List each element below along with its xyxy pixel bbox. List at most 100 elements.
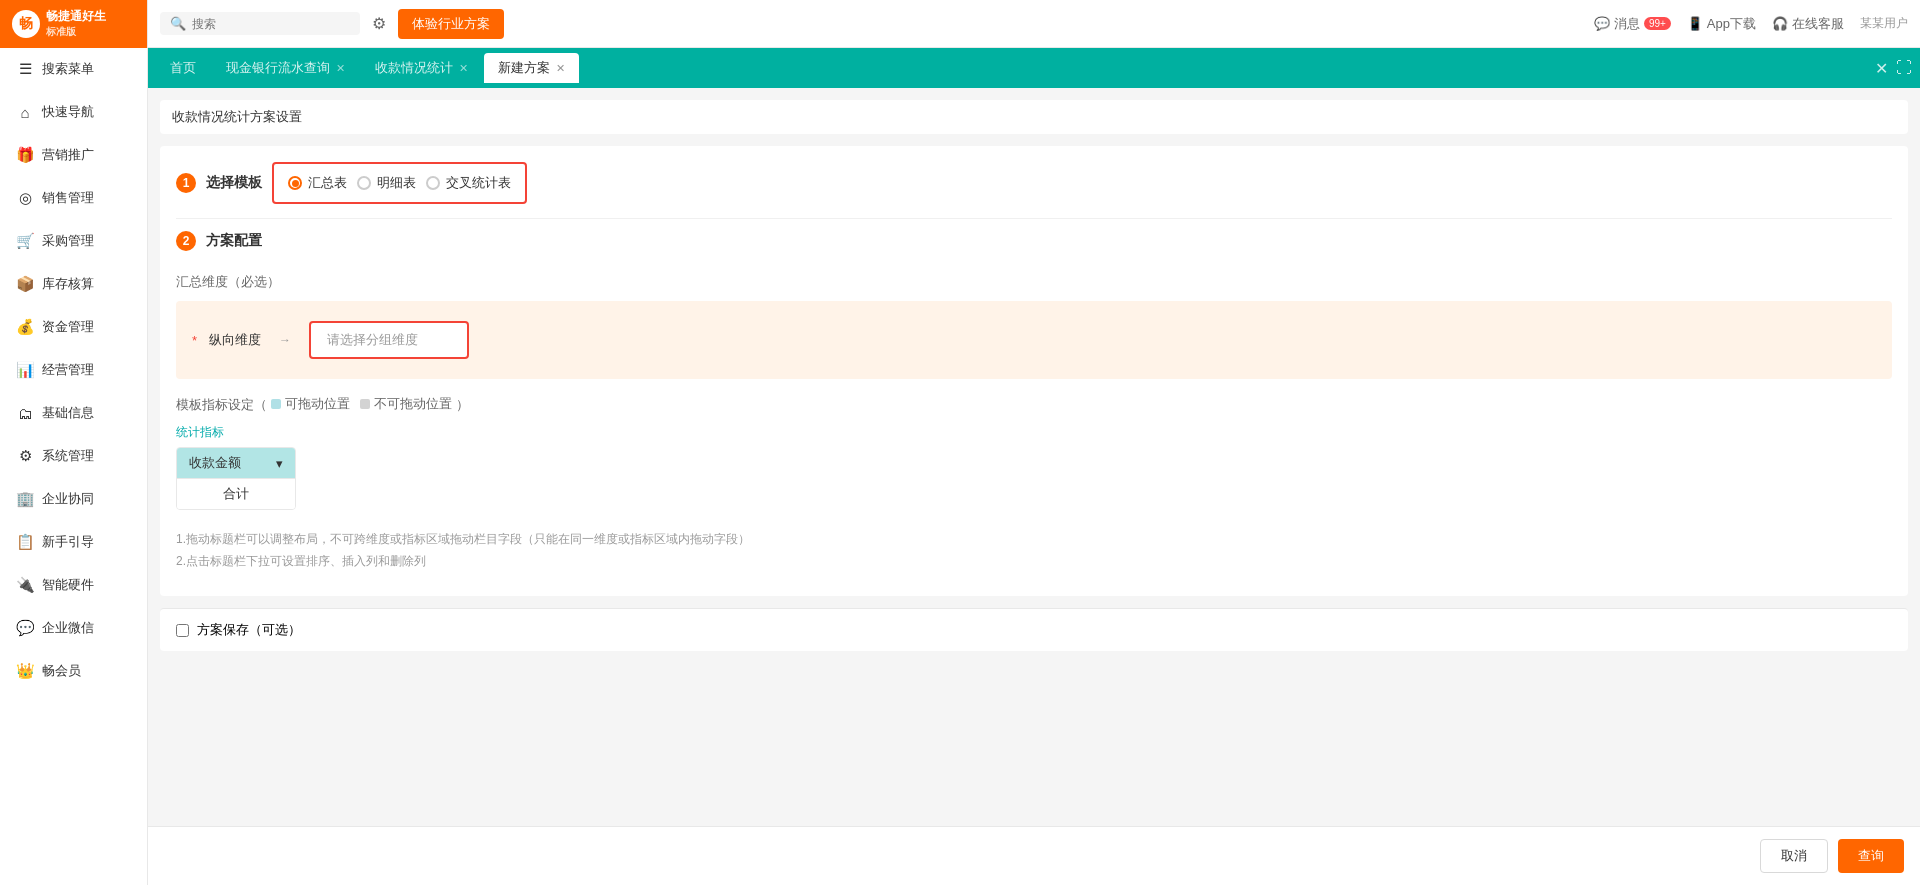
system-icon: ⚙	[16, 447, 34, 465]
tab-collection-stats-close-icon[interactable]: ✕	[459, 62, 468, 75]
topbar-right: 💬 消息 99+ 📱 App下载 🎧 在线客服 某某用户	[1594, 15, 1908, 33]
sidebar-item-sales[interactable]: ◎ 销售管理	[0, 177, 147, 220]
sidebar-item-system[interactable]: ⚙ 系统管理	[0, 435, 147, 478]
divider1	[176, 218, 1892, 219]
tab-home[interactable]: 首页	[156, 53, 210, 83]
topbar: 🔍 ⚙ 体验行业方案 💬 消息 99+ 📱 App下载 🎧 在线客服 某某用户	[148, 0, 1920, 48]
page-title: 收款情况统计方案设置	[160, 100, 1908, 134]
template-selection-box: 汇总表 明细表 交叉统计表	[272, 162, 527, 204]
required-star: *	[192, 333, 197, 348]
metrics-header-label: 收款金额	[189, 454, 241, 472]
purchase-icon: 🛒	[16, 232, 34, 250]
step2-number: 2	[176, 231, 196, 251]
save-area: 方案保存（可选）	[160, 608, 1908, 651]
sidebar-item-label: 经营管理	[42, 361, 94, 379]
sidebar-item-inventory[interactable]: 📦 库存核算	[0, 263, 147, 306]
message-label: 消息	[1614, 15, 1640, 33]
radio-cross[interactable]: 交叉统计表	[426, 174, 511, 192]
tab-expand-icon[interactable]: ⛶	[1896, 59, 1912, 78]
sidebar-item-label: 企业微信	[42, 619, 94, 637]
radio-detail-label: 明细表	[377, 174, 416, 192]
sidebar-item-member[interactable]: 👑 畅会员	[0, 650, 147, 693]
sidebar-item-label: 基础信息	[42, 404, 94, 422]
cancel-button[interactable]: 取消	[1760, 839, 1828, 873]
sidebar-item-basic-info[interactable]: 🗂 基础信息	[0, 392, 147, 435]
tab-bank-flow[interactable]: 现金银行流水查询 ✕	[212, 53, 359, 83]
search-menu-icon: ☰	[16, 60, 34, 78]
member-icon: 👑	[16, 662, 34, 680]
finance-icon: 💰	[16, 318, 34, 336]
step2-header: 2 方案配置	[176, 231, 1892, 251]
sidebar-item-label: 销售管理	[42, 189, 94, 207]
tab-new-plan-label: 新建方案	[498, 59, 550, 77]
tab-bank-flow-close-icon[interactable]: ✕	[336, 62, 345, 75]
logo-icon: 畅	[12, 10, 40, 38]
sidebar-item-smart-hw[interactable]: 🔌 智能硬件	[0, 564, 147, 607]
metrics-section: 模板指标设定（ 可拖动位置 不可拖动位置 ） 统计指标	[176, 395, 1892, 513]
sidebar-item-search-menu[interactable]: ☰ 搜索菜单	[0, 48, 147, 91]
guide-icon: 📋	[16, 533, 34, 551]
operations-icon: 📊	[16, 361, 34, 379]
config-card: 1 选择模板 汇总表 明细表	[160, 146, 1908, 596]
metrics-group-title: 统计指标	[176, 424, 1892, 441]
metrics-dropdown-icon[interactable]: ▾	[276, 456, 283, 471]
radio-cross-circle	[426, 176, 440, 190]
step2-title: 方案配置	[206, 232, 262, 250]
app-download-button[interactable]: 📱 App下载	[1687, 15, 1756, 33]
service-label: 在线客服	[1792, 15, 1844, 33]
legend-fixed-swatch	[360, 399, 370, 409]
radio-detail[interactable]: 明细表	[357, 174, 416, 192]
inventory-icon: 📦	[16, 275, 34, 293]
search-box[interactable]: 🔍	[160, 12, 360, 35]
industry-solution-button[interactable]: 体验行业方案	[398, 9, 504, 39]
radio-summary[interactable]: 汇总表	[288, 174, 347, 192]
basic-info-icon: 🗂	[16, 405, 34, 422]
footer: 取消 查询	[148, 826, 1920, 885]
sidebar-item-quick-nav[interactable]: ⌂ 快速导航	[0, 91, 147, 134]
sidebar-item-weixin[interactable]: 💬 企业微信	[0, 607, 147, 650]
smart-hw-icon: 🔌	[16, 576, 34, 594]
legend-movable-label: 可拖动位置	[285, 395, 350, 413]
tabbar: 首页 现金银行流水查询 ✕ 收款情况统计 ✕ 新建方案 ✕ ✕ ⛶	[148, 48, 1920, 88]
marketing-icon: 🎁	[16, 146, 34, 164]
legend-fixed-label: 不可拖动位置	[374, 395, 452, 413]
tab-new-plan[interactable]: 新建方案 ✕	[484, 53, 579, 83]
tips-section: 1.拖动标题栏可以调整布局，不可跨维度或指标区域拖动栏目字段（只能在同一维度或指…	[176, 529, 1892, 572]
logo-text: 畅捷通好生	[46, 9, 106, 25]
tip-2: 2.点击标题栏下拉可设置排序、插入列和删除列	[176, 551, 1892, 573]
tab-collection-stats[interactable]: 收款情况统计 ✕	[361, 53, 482, 83]
gear-icon[interactable]: ⚙	[372, 14, 386, 33]
sidebar-item-purchase[interactable]: 🛒 采购管理	[0, 220, 147, 263]
legend-movable-swatch	[271, 399, 281, 409]
sidebar-item-enterprise[interactable]: 🏢 企业协同	[0, 478, 147, 521]
sidebar-item-finance[interactable]: 💰 资金管理	[0, 306, 147, 349]
sidebar-item-marketing[interactable]: 🎁 营销推广	[0, 134, 147, 177]
app-label: App下载	[1707, 15, 1756, 33]
service-icon: 🎧	[1772, 16, 1788, 31]
dimension-section-title: 汇总维度（必选）	[176, 273, 1892, 291]
sidebar-item-label: 企业协同	[42, 490, 94, 508]
main-area: 🔍 ⚙ 体验行业方案 💬 消息 99+ 📱 App下载 🎧 在线客服 某某用户 …	[148, 0, 1920, 885]
search-input[interactable]	[192, 17, 342, 31]
metrics-table-row: 合计	[177, 478, 295, 509]
message-button[interactable]: 💬 消息 99+	[1594, 15, 1671, 33]
tab-home-label: 首页	[170, 59, 196, 77]
tab-close-all-icon[interactable]: ✕	[1875, 59, 1888, 78]
save-label: 方案保存（可选）	[197, 621, 301, 639]
config-area: 汇总维度（必选） * 纵向维度 → 请选择分组维度 模板指标设定（ 可拖动位置	[176, 265, 1892, 580]
sidebar-item-label: 采购管理	[42, 232, 94, 250]
metrics-table-header: 收款金额 ▾	[177, 448, 295, 478]
tab-new-plan-close-icon[interactable]: ✕	[556, 62, 565, 75]
sidebar-item-operations[interactable]: 📊 经营管理	[0, 349, 147, 392]
step1-number: 1	[176, 173, 196, 193]
sidebar-item-label: 畅会员	[42, 662, 81, 680]
radio-summary-circle	[288, 176, 302, 190]
sidebar-item-label: 资金管理	[42, 318, 94, 336]
sidebar-item-label: 库存核算	[42, 275, 94, 293]
sidebar-item-guide[interactable]: 📋 新手引导	[0, 521, 147, 564]
quick-nav-icon: ⌂	[16, 104, 34, 121]
save-checkbox[interactable]	[176, 624, 189, 637]
query-button[interactable]: 查询	[1838, 839, 1904, 873]
online-service-button[interactable]: 🎧 在线客服	[1772, 15, 1844, 33]
dimension-dropdown[interactable]: 请选择分组维度	[309, 321, 469, 359]
